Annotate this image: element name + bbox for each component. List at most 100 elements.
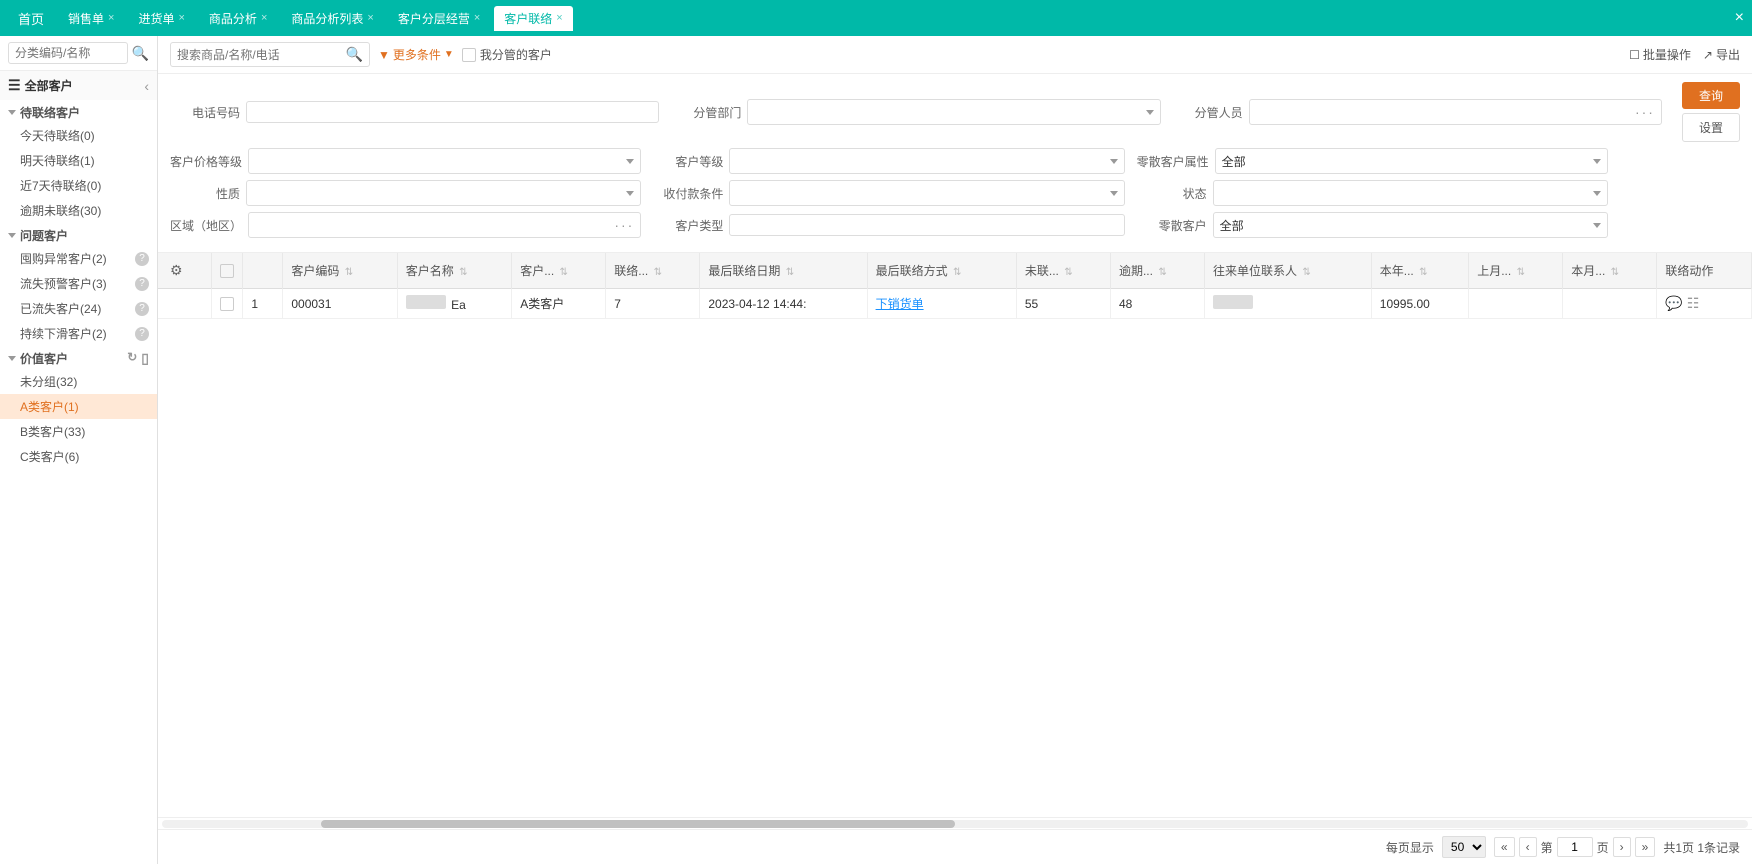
prev-page-button[interactable]: ‹ <box>1519 837 1537 857</box>
action-qr-icon[interactable]: ☷ <box>1687 295 1700 312</box>
nav-tab-purchase[interactable]: 进货单 × <box>128 6 194 31</box>
filter-region: 区域（地区） ··· <box>170 212 641 238</box>
batch-op-button[interactable]: ☐ 批量操作 <box>1629 46 1691 63</box>
value-plus-icon[interactable]: ▯ <box>141 350 149 367</box>
sidebar-item-churn-warning[interactable]: 流失预警客户(3) ? <box>0 271 157 296</box>
sidebar-item-tomorrow[interactable]: 明天待联络(1) <box>0 148 157 173</box>
nav-tab-analysis[interactable]: 商品分析 × <box>199 6 277 31</box>
close-tab-customer-mgmt-icon[interactable]: × <box>474 12 480 24</box>
filter-phone-input[interactable] <box>246 101 659 123</box>
my-customers-checkbox[interactable] <box>462 48 476 62</box>
sidebar-item-b-class[interactable]: B类客户(33) <box>0 419 157 444</box>
info-icon-churn-warning[interactable]: ? <box>135 277 149 291</box>
search-icon[interactable]: 🔍 <box>346 46 363 63</box>
info-icon-declining[interactable]: ? <box>135 327 149 341</box>
sidebar-search-input[interactable] <box>8 42 128 64</box>
sort-no-contact-icon[interactable]: ⇅ <box>1064 267 1072 278</box>
filter-price-level-select[interactable] <box>248 148 641 174</box>
nav-tab-analysis-list[interactable]: 商品分析列表 × <box>281 6 383 31</box>
close-all-button[interactable]: × <box>1735 9 1744 27</box>
nav-tab-customer-contact[interactable]: 客户联络 × <box>494 6 572 31</box>
per-page-select[interactable]: 50 <box>1442 836 1486 858</box>
export-button[interactable]: ↗ 导出 <box>1703 46 1740 63</box>
sidebar-item-ungroup[interactable]: 未分组(32) <box>0 369 157 394</box>
filter-retail-attr-select[interactable]: 全部 <box>1215 148 1608 174</box>
sidebar-item-declining[interactable]: 持续下滑客户(2) ? <box>0 321 157 346</box>
col-name: 客户名称 ⇅ <box>397 253 511 289</box>
payment-dropdown-icon <box>1110 191 1118 196</box>
sidebar-all-customers-header[interactable]: ☰ 全部客户 ‹ <box>0 71 157 100</box>
filter-retail-select[interactable]: 全部 <box>1213 212 1608 238</box>
nav-tab-sales[interactable]: 销售单 × <box>58 6 124 31</box>
sort-overdue-icon[interactable]: ⇅ <box>1158 267 1166 278</box>
filter-retail-attr: 零散客户属性 全部 <box>1137 148 1608 174</box>
row-checkbox[interactable] <box>220 297 234 311</box>
col-action: 联络动作 <box>1657 253 1752 289</box>
scrollbar-track <box>162 820 1748 828</box>
filter-manager-select[interactable]: ··· <box>1249 99 1662 125</box>
sidebar: 🔍 ☰ 全部客户 ‹ 待联络客户 今天待联络(0) 明天待联络(1) 近7天待联… <box>0 36 158 864</box>
action-chat-icon[interactable]: 💬 <box>1665 295 1682 312</box>
filter-row-4: 区域（地区） ··· 客户类型 零散客户 全部 <box>170 212 1740 238</box>
nav-tab-customer-mgmt[interactable]: 客户分层经营 × <box>388 6 490 31</box>
nav-home[interactable]: 首页 <box>8 5 54 32</box>
sidebar-item-c-class[interactable]: C类客户(6) <box>0 444 157 469</box>
value-refresh-icon[interactable]: ↻ <box>127 350 137 367</box>
sort-name-icon[interactable]: ⇅ <box>459 267 467 278</box>
next-page-button[interactable]: › <box>1613 837 1631 857</box>
filter-nature-select[interactable] <box>246 180 641 206</box>
horizontal-scrollbar[interactable] <box>158 817 1752 829</box>
page-input[interactable] <box>1557 837 1593 857</box>
sort-code-icon[interactable]: ⇅ <box>345 267 353 278</box>
sort-unit-contact-icon[interactable]: ⇅ <box>1302 267 1310 278</box>
sidebar-item-7days[interactable]: 近7天待联络(0) <box>0 173 157 198</box>
sort-contact-icon[interactable]: ⇅ <box>654 267 662 278</box>
cell-checkbox <box>212 289 243 319</box>
sidebar-item-churned[interactable]: 已流失客户(24) ? <box>0 296 157 321</box>
sidebar-item-overdue[interactable]: 逾期未联络(30) <box>0 198 157 223</box>
col-gear: ⚙ <box>158 253 212 289</box>
query-button[interactable]: 查询 <box>1682 82 1740 109</box>
select-all-checkbox[interactable] <box>220 264 234 278</box>
filter-dept-select[interactable] <box>747 99 1160 125</box>
table-row: 1 000031 Ea A类客户 7 <box>158 289 1752 319</box>
info-icon-churned[interactable]: ? <box>135 302 149 316</box>
export-icon: ↗ <box>1703 48 1713 62</box>
sidebar-group-problem[interactable]: 问题客户 <box>0 223 157 246</box>
sort-type-icon[interactable]: ⇅ <box>560 267 568 278</box>
scrollbar-thumb[interactable] <box>321 820 955 828</box>
sidebar-item-abnormal[interactable]: 囤购异常客户(2) ? <box>0 246 157 271</box>
search-input[interactable] <box>177 48 342 62</box>
filter-row-2: 客户价格等级 客户等级 零散客户属性 全部 <box>170 148 1740 174</box>
filter-payment-select[interactable] <box>729 180 1124 206</box>
close-tab-sales-icon[interactable]: × <box>108 12 114 24</box>
sidebar-item-today[interactable]: 今天待联络(0) <box>0 123 157 148</box>
last-page-button[interactable]: » <box>1635 837 1656 857</box>
filter-payment-label: 收付款条件 <box>653 185 723 202</box>
filter-phone: 电话号码 <box>170 101 659 123</box>
sort-last-date-icon[interactable]: ⇅ <box>786 267 794 278</box>
close-tab-customer-contact-icon[interactable]: × <box>556 12 562 24</box>
last-method-link[interactable]: 下销货单 <box>876 297 924 311</box>
filter-customer-type-input[interactable] <box>729 214 1124 236</box>
sort-last-method-icon[interactable]: ⇅ <box>953 267 961 278</box>
sort-this-year-icon[interactable]: ⇅ <box>1419 267 1427 278</box>
sort-last-month-icon[interactable]: ⇅ <box>1517 267 1525 278</box>
sidebar-group-pending[interactable]: 待联络客户 <box>0 100 157 123</box>
close-tab-analysis-list-icon[interactable]: × <box>367 12 373 24</box>
info-icon-abnormal[interactable]: ? <box>135 252 149 266</box>
sidebar-item-a-class[interactable]: A类客户(1) <box>0 394 157 419</box>
settings-button[interactable]: 设置 <box>1682 113 1740 142</box>
filter-status-select[interactable] <box>1213 180 1608 206</box>
sort-this-month-icon[interactable]: ⇅ <box>1611 267 1619 278</box>
close-tab-purchase-icon[interactable]: × <box>178 12 184 24</box>
close-tab-analysis-icon[interactable]: × <box>261 12 267 24</box>
filter-customer-level-select[interactable] <box>729 148 1124 174</box>
more-filter-button[interactable]: ▼ 更多条件 ▼ <box>378 46 454 63</box>
column-settings-button[interactable]: ⚙ <box>166 260 187 281</box>
sidebar-collapse-icon[interactable]: ‹ <box>144 78 149 94</box>
filter-region-select[interactable]: ··· <box>248 212 641 238</box>
filter-price-level-label: 客户价格等级 <box>170 153 242 170</box>
sidebar-search-icon[interactable]: 🔍 <box>132 45 149 62</box>
first-page-button[interactable]: « <box>1494 837 1515 857</box>
